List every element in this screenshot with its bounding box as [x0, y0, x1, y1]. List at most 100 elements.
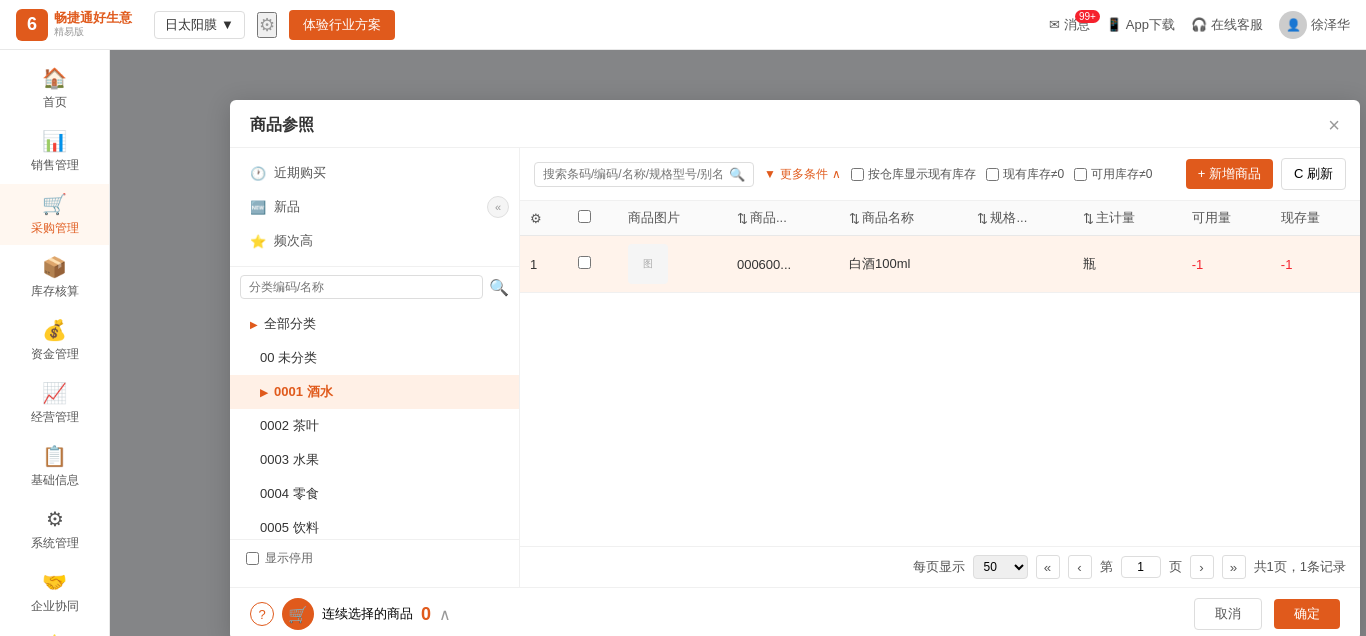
row-unit: 瓶: [1073, 236, 1182, 293]
add-product-button[interactable]: + 新增商品: [1186, 159, 1273, 189]
category-search-button[interactable]: 🔍: [489, 278, 509, 297]
modal-title: 商品参照: [250, 115, 314, 136]
available-stock-checkbox[interactable]: [1074, 168, 1087, 181]
refresh-button[interactable]: C 刷新: [1281, 158, 1346, 190]
row-spec: [967, 236, 1073, 293]
cart-count: 0: [421, 604, 431, 625]
col-img: 商品图片: [618, 201, 727, 236]
nav-right: ✉ 消息 99+ 📱 App下载 🎧 在线客服 👤 徐泽华: [1049, 11, 1350, 39]
next-page-button[interactable]: ›: [1190, 555, 1214, 579]
prev-page-button[interactable]: ‹: [1068, 555, 1092, 579]
col-code[interactable]: ⇅ 商品...: [727, 201, 839, 236]
row-checkbox[interactable]: [578, 256, 591, 269]
modal-footer: ? 🛒 连续选择的商品 0 ∧ 取消 确定: [230, 587, 1360, 636]
confirm-button[interactable]: 确定: [1274, 599, 1340, 629]
logo-area: 6 畅捷通好生意 精易版: [16, 9, 132, 41]
last-page-button[interactable]: »: [1222, 555, 1246, 579]
help-button[interactable]: ?: [250, 602, 274, 626]
col-checkbox: [568, 201, 618, 236]
cart-area: ? 🛒 连续选择的商品 0 ∧: [250, 598, 1182, 630]
search-icon[interactable]: 🔍: [729, 167, 745, 182]
available-stock-checkbox-label[interactable]: 可用库存≠0: [1074, 166, 1152, 183]
trial-button[interactable]: 体验行业方案: [289, 10, 395, 40]
sort-icon-unit: ⇅: [1083, 211, 1094, 226]
row-code: 000600...: [727, 236, 839, 293]
avatar: 👤: [1279, 11, 1307, 39]
sidebar-item-inventory[interactable]: 📦 库存核算: [0, 247, 109, 308]
sort-icon-code: ⇅: [737, 211, 748, 226]
row-img-cell: 图: [618, 236, 727, 293]
message-button[interactable]: ✉ 消息 99+: [1049, 16, 1090, 34]
customer-service-button[interactable]: 🎧 在线客服: [1191, 16, 1263, 34]
row-stock: -1: [1271, 236, 1360, 293]
sales-icon: 📊: [42, 129, 67, 153]
more-filter-button[interactable]: ▼ 更多条件 ∧: [764, 166, 841, 183]
category-search: 🔍: [230, 267, 519, 307]
right-panel: 🔍 ▼ 更多条件 ∧ 按仓库显示现有库存: [520, 148, 1360, 587]
per-page-select[interactable]: 50 10 20 100: [973, 555, 1028, 579]
show-disabled-area: 显示停用: [230, 539, 519, 577]
modal-body: 🕐 近期购买 🆕 新品 ⭐ 频次高: [230, 148, 1360, 587]
sidebar-item-basic-info[interactable]: 📋 基础信息: [0, 436, 109, 497]
app-download-button[interactable]: 📱 App下载: [1106, 16, 1175, 34]
warehouse-stock-checkbox-label[interactable]: 按仓库显示现有库存: [851, 166, 976, 183]
first-page-button[interactable]: «: [1036, 555, 1060, 579]
warehouse-stock-checkbox[interactable]: [851, 168, 864, 181]
quick-link-recent[interactable]: 🕐 近期购买: [240, 158, 487, 188]
category-item-0001[interactable]: ▶ 0001 酒水: [230, 375, 519, 409]
category-item-00[interactable]: 00 未分类: [230, 341, 519, 375]
col-name[interactable]: ⇅ 商品名称: [839, 201, 967, 236]
footer-collapse-button[interactable]: ∧: [439, 605, 451, 624]
toolbar-right: + 新增商品 C 刷新: [1186, 158, 1346, 190]
product-image: 图: [628, 244, 668, 284]
operations-icon: 📈: [42, 381, 67, 405]
category-item-all[interactable]: ▶ 全部分类: [230, 307, 519, 341]
col-stock: 现存量: [1271, 201, 1360, 236]
settings-icon[interactable]: ⚙: [530, 211, 542, 226]
sidebar-item-purchase[interactable]: 🛒 采购管理: [0, 184, 109, 245]
system-icon: ⚙: [46, 507, 64, 531]
sidebar-item-sales[interactable]: 📊 销售管理: [0, 121, 109, 182]
cancel-button[interactable]: 取消: [1194, 598, 1262, 630]
quick-link-new[interactable]: 🆕 新品: [240, 192, 487, 222]
category-item-0004[interactable]: 0004 零食: [230, 477, 519, 511]
sidebar-item-home[interactable]: 🏠 首页: [0, 58, 109, 119]
left-panel-collapse-button[interactable]: «: [487, 196, 509, 218]
purchase-icon: 🛒: [42, 192, 67, 216]
page-input[interactable]: [1121, 556, 1161, 578]
main-layout: 🏠 首页 📊 销售管理 🛒 采购管理 📦 库存核算 💰 资金管理 📈 经营管理 …: [0, 50, 1366, 636]
quick-link-frequent[interactable]: ⭐ 频次高: [240, 226, 487, 256]
category-arrow-all: ▶: [250, 319, 258, 330]
current-stock-checkbox-label[interactable]: 现有库存≠0: [986, 166, 1064, 183]
inventory-icon: 📦: [42, 255, 67, 279]
category-search-input[interactable]: [240, 275, 483, 299]
category-item-0005[interactable]: 0005 饮料: [230, 511, 519, 539]
col-spec[interactable]: ⇅ 规格...: [967, 201, 1073, 236]
category-item-0003[interactable]: 0003 水果: [230, 443, 519, 477]
sidebar-item-operations[interactable]: 📈 经营管理: [0, 373, 109, 434]
user-menu[interactable]: 👤 徐泽华: [1279, 11, 1350, 39]
sidebar-item-enterprise[interactable]: 🤝 企业协同: [0, 562, 109, 623]
store-select[interactable]: 日太阳膜 ▼: [154, 11, 245, 39]
toolbar: 🔍 ▼ 更多条件 ∧ 按仓库显示现有库存: [520, 148, 1360, 201]
product-search-input[interactable]: [543, 167, 729, 181]
select-all-checkbox[interactable]: [578, 210, 591, 223]
row-available: -1: [1182, 236, 1271, 293]
modal-header: 商品参照 ×: [230, 100, 1360, 148]
settings-button[interactable]: ⚙: [257, 12, 277, 38]
col-unit[interactable]: ⇅ 主计量: [1073, 201, 1182, 236]
product-search-wrap: 🔍: [534, 162, 754, 187]
sidebar-item-system[interactable]: ⚙ 系统管理: [0, 499, 109, 560]
enterprise-icon: 🤝: [42, 570, 67, 594]
left-panel: 🕐 近期购买 🆕 新品 ⭐ 频次高: [230, 148, 520, 587]
sidebar-item-guide[interactable]: 🌟 新手引导: [0, 625, 109, 636]
category-item-0002[interactable]: 0002 茶叶: [230, 409, 519, 443]
current-stock-checkbox[interactable]: [986, 168, 999, 181]
table-row[interactable]: 1 图 000600... 白酒100ml 瓶 -1: [520, 236, 1360, 293]
sidebar-item-finance[interactable]: 💰 资金管理: [0, 310, 109, 371]
top-nav: 6 畅捷通好生意 精易版 日太阳膜 ▼ ⚙ 体验行业方案 ✉ 消息 99+ 📱 …: [0, 0, 1366, 50]
show-disabled-checkbox[interactable]: [246, 552, 259, 565]
sidebar: 🏠 首页 📊 销售管理 🛒 采购管理 📦 库存核算 💰 资金管理 📈 经营管理 …: [0, 50, 110, 636]
row-name: 白酒100ml: [839, 236, 967, 293]
modal-close-button[interactable]: ×: [1328, 114, 1340, 137]
